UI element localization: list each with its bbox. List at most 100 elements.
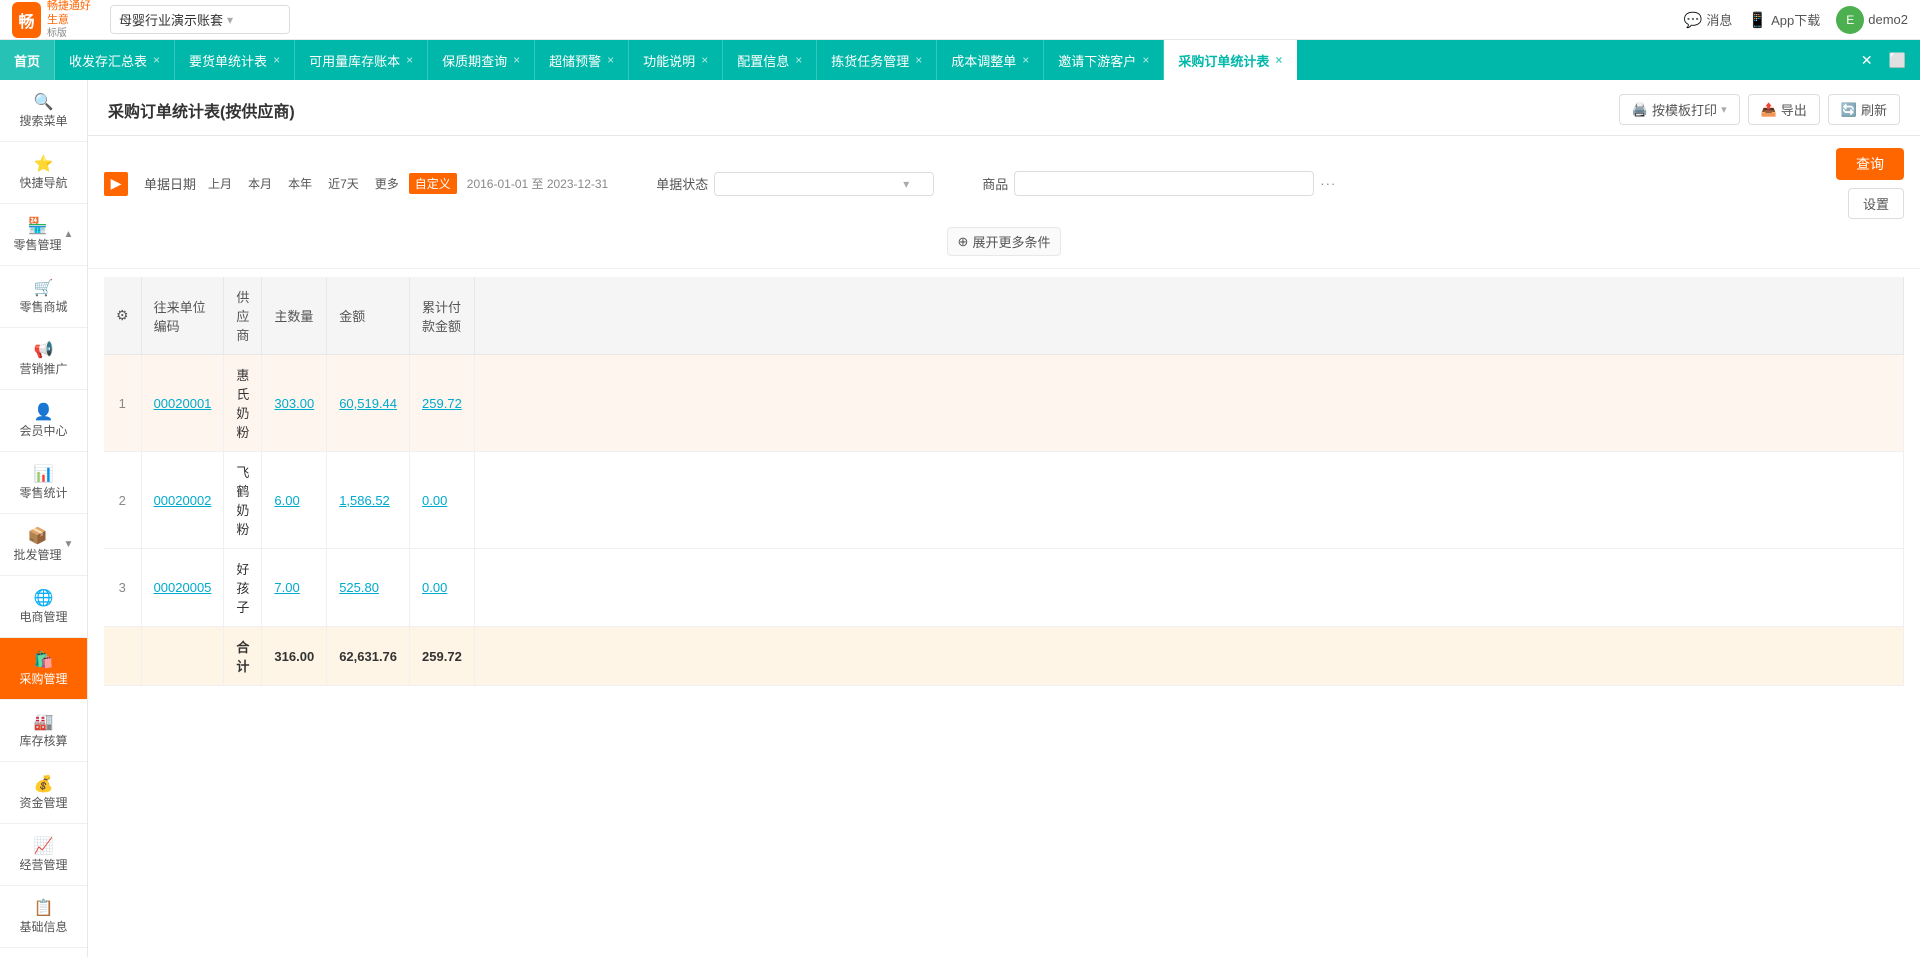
export-btn[interactable]: 📤 导出 <box>1748 94 1820 125</box>
table-header: ⚙ 往来单位编码 供应商 主数量 金额 累计付款金额 <box>104 277 1904 355</box>
row-code-link-3[interactable]: 00020005 <box>154 580 212 595</box>
sidebar-item-member[interactable]: 👤 会员中心 <box>0 390 87 452</box>
tab-collect-pay[interactable]: 收发存汇总表 × <box>55 40 175 80</box>
tab-func-desc[interactable]: 功能说明 × <box>629 40 723 80</box>
logo-char: 畅 <box>18 8 34 32</box>
tab-available-stock[interactable]: 可用量库存账本 × <box>295 40 428 80</box>
query-btn[interactable]: 查询 <box>1836 148 1904 180</box>
col-settings[interactable]: ⚙ <box>104 277 141 355</box>
sidebar-item-retail[interactable]: 🏪 零售管理 ▲ <box>0 204 87 266</box>
col-paid: 累计付款金额 <box>410 277 475 355</box>
row-paid-link-2[interactable]: 0.00 <box>422 493 447 508</box>
sidebar-item-finance[interactable]: 💰 资金管理 <box>0 762 87 824</box>
tab-purchase-stats[interactable]: 采购订单统计表 × <box>1164 40 1297 80</box>
close-tab-demand-stats[interactable]: × <box>273 53 280 67</box>
col-amount: 金额 <box>327 277 410 355</box>
close-tab-available-stock[interactable]: × <box>406 53 413 67</box>
close-tab-collect-pay[interactable]: × <box>153 53 160 67</box>
date-shortcut-7days[interactable]: 近7天 <box>322 173 365 194</box>
tab-overstock-warning[interactable]: 超储预警 × <box>535 40 629 80</box>
table-container: ⚙ 往来单位编码 供应商 主数量 金额 累计付款金额 1 <box>88 277 1920 702</box>
close-tab-cost-adjust[interactable]: × <box>1022 53 1029 67</box>
table-row: 1 00020001 惠氏奶粉 303.00 60,519.44 259.72 <box>104 355 1904 452</box>
workspace-selector[interactable]: 母婴行业演示账套 ▾ <box>110 5 290 34</box>
sidebar-item-wholesale[interactable]: 📦 批发管理 ▼ <box>0 514 87 576</box>
tab-cost-adjust[interactable]: 成本调整单 × <box>937 40 1044 80</box>
sidebar-item-basic[interactable]: 📋 基础信息 <box>0 886 87 948</box>
goods-input[interactable] <box>1014 171 1314 196</box>
header-actions: 🖨️ 按模板打印 ▾ 📤 导出 🔄 刷新 <box>1619 94 1900 125</box>
wholesale-arrow: ▼ <box>64 539 74 550</box>
row-amount-link-1[interactable]: 60,519.44 <box>339 396 397 411</box>
goods-more-btn[interactable]: ··· <box>1320 176 1336 191</box>
date-shortcut-more[interactable]: 更多 <box>369 173 405 194</box>
close-tab-func-desc[interactable]: × <box>701 53 708 67</box>
date-shortcut-this-month[interactable]: 本月 <box>242 173 278 194</box>
row-index-2: 2 <box>104 452 141 549</box>
expand-more-row: ⊕ 展开更多条件 <box>104 227 1904 256</box>
sidebar-item-inventory[interactable]: 🏭 库存核算 <box>0 700 87 762</box>
sidebar-item-retail-shop[interactable]: 🛒 零售商城 <box>0 266 87 328</box>
sidebar-item-search[interactable]: 🔍 搜索菜单 <box>0 80 87 142</box>
row-amount-link-3[interactable]: 525.80 <box>339 580 379 595</box>
filter-toggle-btn[interactable]: ▶ <box>104 172 128 196</box>
row-paid-link-1[interactable]: 259.72 <box>422 396 462 411</box>
close-tab-pick-task[interactable]: × <box>915 53 922 67</box>
date-filter-item: 单据日期 上月 本月 本年 近7天 更多 自定义 2016-01-01 至 20… <box>144 173 608 194</box>
date-range-display: 2016-01-01 至 2023-12-31 <box>467 175 608 192</box>
tab-pick-task[interactable]: 拣货任务管理 × <box>817 40 937 80</box>
refresh-btn[interactable]: 🔄 刷新 <box>1828 94 1900 125</box>
sidebar-item-ops[interactable]: 📈 经营管理 <box>0 824 87 886</box>
row-amount-link-2[interactable]: 1,586.52 <box>339 493 390 508</box>
sidebar-item-system[interactable]: ⚙️ 系统管理 <box>0 948 87 957</box>
table-footer: 合计 316.00 62,631.76 259.72 <box>104 627 1904 686</box>
app-download-btn[interactable]: 📱 App下载 <box>1748 10 1820 29</box>
maximize-btn[interactable]: ⬜ <box>1883 48 1912 73</box>
close-tab-overstock-warning[interactable]: × <box>607 53 614 67</box>
row-qty-link-2[interactable]: 6.00 <box>274 493 299 508</box>
close-all-tabs-btn[interactable]: ✕ <box>1855 48 1879 73</box>
nav-tabs: 首页 收发存汇总表 × 要货单统计表 × 可用量库存账本 × 保质期查询 × 超… <box>0 40 1920 80</box>
row-qty-link-3[interactable]: 7.00 <box>274 580 299 595</box>
settings-btn[interactable]: 设置 <box>1848 188 1904 219</box>
col-settings-icon[interactable]: ⚙ <box>116 307 129 323</box>
print-btn[interactable]: 🖨️ 按模板打印 ▾ <box>1619 94 1740 125</box>
expand-more-btn[interactable]: ⊕ 展开更多条件 <box>947 227 1062 256</box>
date-shortcut-last-month[interactable]: 上月 <box>202 173 238 194</box>
status-select[interactable]: ▾ <box>714 172 934 196</box>
sidebar: 🔍 搜索菜单 ⭐ 快捷导航 🏪 零售管理 ▲ 🛒 零售商城 📢 营销推广 👤 会… <box>0 80 88 957</box>
tab-home[interactable]: 首页 <box>0 40 55 80</box>
sidebar-item-purchase[interactable]: 🛍️ 采购管理 <box>0 638 87 700</box>
col-qty: 主数量 <box>262 277 327 355</box>
page-header: 采购订单统计表(按供应商) 🖨️ 按模板打印 ▾ 📤 导出 🔄 刷新 <box>88 80 1920 136</box>
col-extra <box>474 277 1903 355</box>
sidebar-item-shortcut[interactable]: ⭐ 快捷导航 <box>0 142 87 204</box>
close-tab-expiry-query[interactable]: × <box>513 53 520 67</box>
row-qty-link-1[interactable]: 303.00 <box>274 396 314 411</box>
goods-filter-item: 商品 ··· <box>982 171 1336 196</box>
row-paid-link-3[interactable]: 0.00 <box>422 580 447 595</box>
date-shortcut-this-year[interactable]: 本年 <box>282 173 318 194</box>
date-custom-badge[interactable]: 自定义 <box>409 173 457 194</box>
row-paid-3: 0.00 <box>410 549 475 627</box>
close-tab-purchase-stats[interactable]: × <box>1275 53 1282 67</box>
message-icon: 💬 <box>1684 11 1703 29</box>
message-btn[interactable]: 💬 消息 <box>1684 10 1733 29</box>
close-tab-config-info[interactable]: × <box>795 53 802 67</box>
sidebar-item-ecommerce[interactable]: 🌐 电商管理 <box>0 576 87 638</box>
tab-invite-downstream[interactable]: 邀请下游客户 × <box>1044 40 1164 80</box>
row-paid-1: 259.72 <box>410 355 475 452</box>
tab-expiry-query[interactable]: 保质期查询 × <box>428 40 535 80</box>
action-buttons: 查询 设置 <box>1836 148 1904 219</box>
status-select-arrow: ▾ <box>903 177 909 191</box>
close-tab-invite-downstream[interactable]: × <box>1142 53 1149 67</box>
tab-config-info[interactable]: 配置信息 × <box>723 40 817 80</box>
sidebar-item-marketing[interactable]: 📢 营销推广 <box>0 328 87 390</box>
row-qty-1: 303.00 <box>262 355 327 452</box>
tab-demand-stats[interactable]: 要货单统计表 × <box>175 40 295 80</box>
user-profile[interactable]: E demo2 <box>1836 6 1908 34</box>
row-code-link-1[interactable]: 00020001 <box>154 396 212 411</box>
row-amount-1: 60,519.44 <box>327 355 410 452</box>
row-code-link-2[interactable]: 00020002 <box>154 493 212 508</box>
sidebar-item-retail-stats[interactable]: 📊 零售统计 <box>0 452 87 514</box>
